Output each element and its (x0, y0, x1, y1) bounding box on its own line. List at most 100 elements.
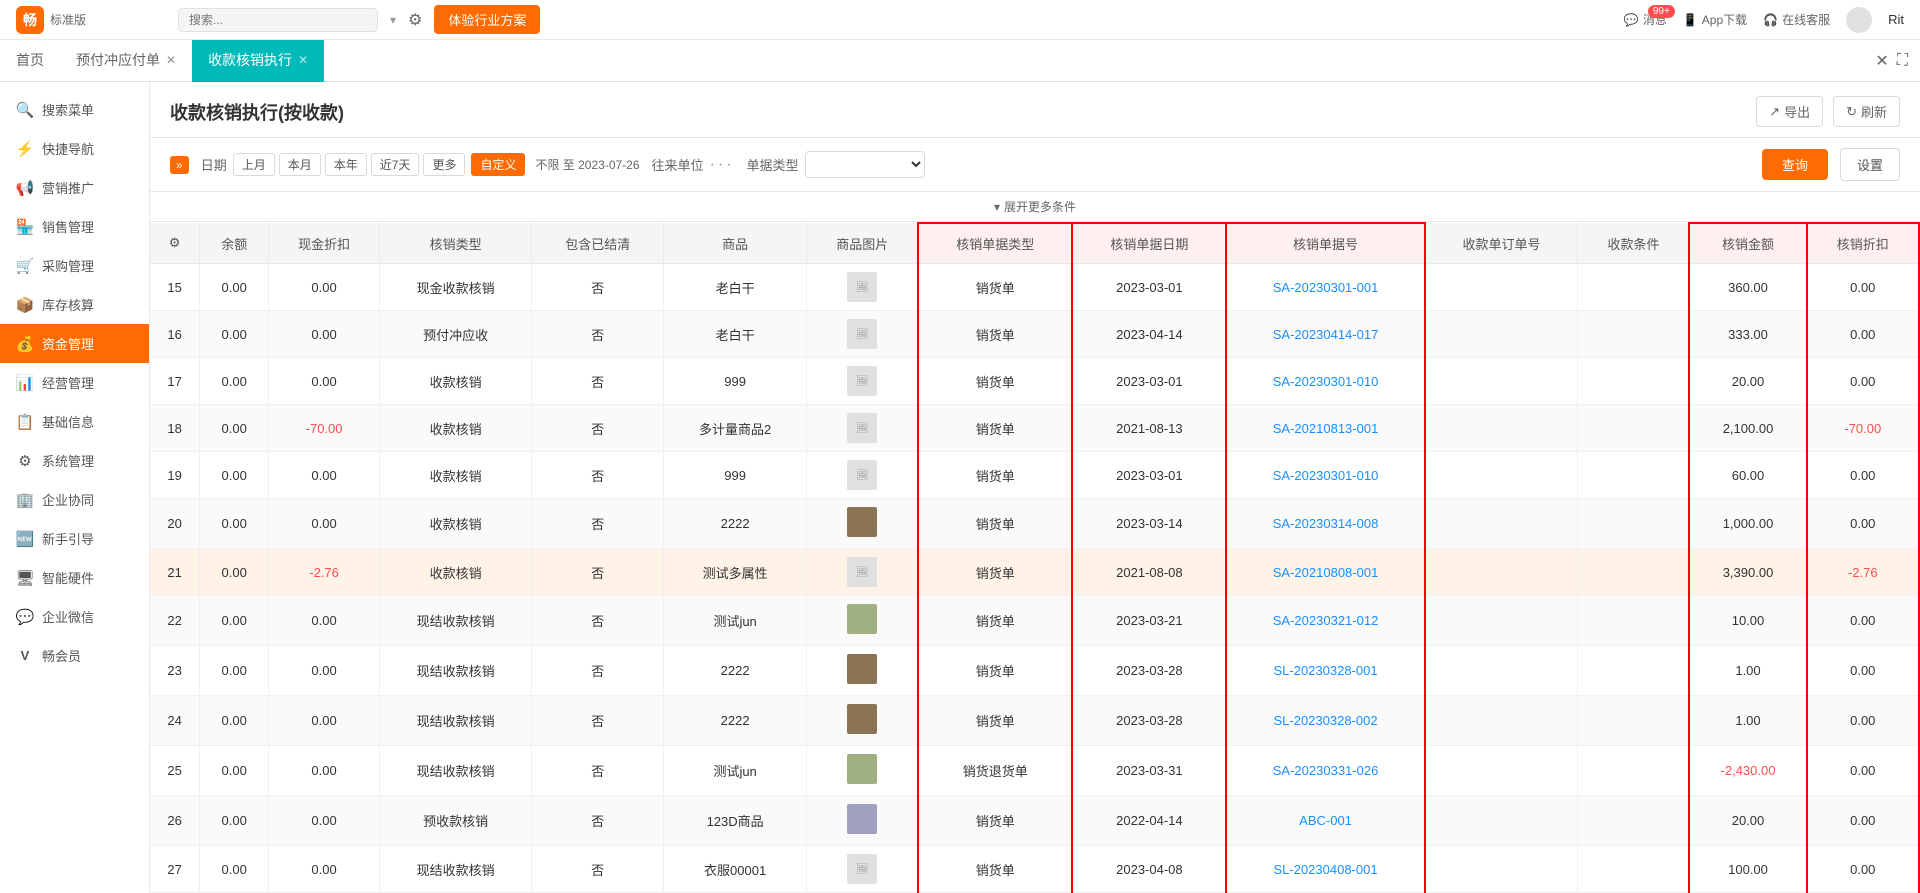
row-verify-bill-no[interactable]: ABC-001 (1226, 796, 1424, 846)
date-label: 日期 (201, 155, 227, 174)
row-verify-bill-no[interactable]: SL-20230408-001 (1226, 846, 1424, 893)
date-filter-group: 日期 上月 本月 本年 近7天 更多 自定义 不限 至 2023-07-26 (201, 153, 640, 176)
row-include-settled: 否 (532, 746, 664, 796)
sidebar-item-purchase[interactable]: 🛒 采购管理 (0, 246, 149, 285)
row-verify-bill-no[interactable]: SA-20230301-001 (1226, 264, 1424, 311)
main-area: 🔍 搜索菜单 ⚡ 快捷导航 📢 营销推广 🏪 销售管理 🛒 采购管理 📦 库存核… (0, 82, 1920, 893)
bill-type-select[interactable] (805, 151, 925, 178)
col-header-settings[interactable]: ⚙ (150, 223, 200, 264)
sidebar-item-operations[interactable]: 📊 经营管理 (0, 363, 149, 402)
row-receipt-condition (1578, 646, 1690, 696)
date-custom-button[interactable]: 自定义 (471, 153, 525, 176)
smart-hw-icon: 🖥 (16, 569, 34, 587)
sidebar-item-smart-hw[interactable]: 🖥 智能硬件 (0, 558, 149, 597)
refresh-button[interactable]: ↻ 刷新 (1833, 96, 1900, 127)
row-verify-discount: 0.00 (1807, 646, 1919, 696)
row-number: 27 (150, 846, 200, 893)
expand-filter-button[interactable]: » (170, 156, 189, 174)
row-goods: 2222 (664, 696, 807, 746)
date-this-month[interactable]: 本月 (279, 153, 321, 176)
row-receipt-condition (1578, 358, 1690, 405)
sidebar-item-guide[interactable]: 🆕 新手引导 (0, 519, 149, 558)
tab-home[interactable]: 首页 (0, 40, 60, 82)
wechat-icon: 💬 (16, 608, 34, 626)
row-goods-img: 🖼 (807, 405, 919, 452)
row-goods-img: 🖼 (807, 358, 919, 405)
row-verify-bill-no[interactable]: SA-20210808-001 (1226, 549, 1424, 596)
sidebar-item-basic-info[interactable]: 📋 基础信息 (0, 402, 149, 441)
row-goods-img: 🖼 (807, 549, 919, 596)
row-goods-img (807, 596, 919, 646)
row-verify-bill-no[interactable]: SA-20230301-010 (1226, 452, 1424, 499)
user-avatar[interactable] (1846, 7, 1872, 33)
row-goods: 999 (664, 358, 807, 405)
search-input[interactable] (178, 8, 378, 32)
settings-gear-icon[interactable]: ⚙ (408, 10, 422, 30)
row-verify-bill-no[interactable]: SA-20230301-010 (1226, 358, 1424, 405)
export-button[interactable]: ↗ 导出 (1756, 96, 1823, 127)
unit-ellipsis[interactable]: ··· (710, 156, 735, 174)
sales-icon: 🏪 (16, 218, 34, 236)
row-verify-bill-no[interactable]: SA-20230314-008 (1226, 499, 1424, 549)
date-last-month[interactable]: 上月 (233, 153, 275, 176)
row-balance: 0.00 (200, 696, 269, 746)
online-support[interactable]: 🎧 在线客服 (1763, 11, 1830, 28)
row-include-settled: 否 (532, 452, 664, 499)
date-this-year[interactable]: 本年 (325, 153, 367, 176)
tab-collection[interactable]: 收款核销执行 ✕ (192, 40, 324, 82)
row-verify-amount: 1.00 (1689, 696, 1806, 746)
row-include-settled: 否 (532, 696, 664, 746)
row-receipt-order-no (1425, 596, 1578, 646)
row-number: 21 (150, 549, 200, 596)
row-balance: 0.00 (200, 499, 269, 549)
table-row: 250.000.00现结收款核销否测试jun销货退货单2023-03-31SA-… (150, 746, 1919, 796)
table-area[interactable]: ⚙ 余额 现金折扣 核销类型 包含已结清 商品 商品图片 核销单据类型 核销单据… (150, 222, 1920, 893)
sidebar-item-member[interactable]: V 畅会员 (0, 636, 149, 675)
close-icon-active[interactable]: ✕ (298, 53, 308, 67)
row-cash-discount: -2.76 (269, 549, 380, 596)
sidebar-item-sales[interactable]: 🏪 销售管理 (0, 207, 149, 246)
sidebar-item-inventory[interactable]: 📦 库存核算 (0, 285, 149, 324)
app-download[interactable]: 📱 App下载 (1683, 11, 1747, 28)
sidebar-item-finance[interactable]: 💰 资金管理 (0, 324, 149, 363)
row-verify-discount: 0.00 (1807, 499, 1919, 549)
page-title: 收款核销执行(按收款) (170, 99, 344, 125)
message-notification[interactable]: 💬 消息 99+ (1624, 11, 1667, 28)
row-verify-bill-no[interactable]: SL-20230328-001 (1226, 646, 1424, 696)
row-number: 17 (150, 358, 200, 405)
row-verify-bill-type: 销货单 (918, 358, 1072, 405)
sidebar-item-marketing[interactable]: 📢 营销推广 (0, 168, 149, 207)
expand-more-button[interactable]: ▾ 展开更多条件 (994, 198, 1076, 215)
sidebar-item-enterprise[interactable]: 🏢 企业协同 (0, 480, 149, 519)
row-verify-bill-no[interactable]: SA-20230331-026 (1226, 746, 1424, 796)
row-receipt-condition (1578, 452, 1690, 499)
date-more[interactable]: 更多 (423, 153, 465, 176)
trial-button[interactable]: 体验行业方案 (434, 5, 540, 34)
date-7days[interactable]: 近7天 (371, 153, 420, 176)
row-verify-bill-no[interactable]: SA-20210813-001 (1226, 405, 1424, 452)
row-goods: 999 (664, 452, 807, 499)
query-button[interactable]: 查询 (1762, 149, 1828, 180)
row-receipt-condition (1578, 596, 1690, 646)
row-goods: 2222 (664, 499, 807, 549)
sidebar-label-guide: 新手引导 (42, 529, 94, 548)
row-verify-bill-no[interactable]: SA-20230414-017 (1226, 311, 1424, 358)
row-balance: 0.00 (200, 846, 269, 893)
row-verify-type: 现结收款核销 (379, 746, 531, 796)
column-settings-button[interactable]: 设置 (1840, 148, 1900, 181)
close-icon[interactable]: ✕ (166, 53, 176, 67)
col-header-verify-amount: 核销金额 (1689, 223, 1806, 264)
maximize-window-button[interactable]: ⛶ (1897, 52, 1908, 70)
row-verify-bill-no[interactable]: SA-20230321-012 (1226, 596, 1424, 646)
sidebar-item-search[interactable]: 🔍 搜索菜单 (0, 90, 149, 129)
row-receipt-condition (1578, 405, 1690, 452)
sidebar-item-system[interactable]: ⚙ 系统管理 (0, 441, 149, 480)
row-cash-discount: 0.00 (269, 358, 380, 405)
close-window-button[interactable]: ✕ (1875, 51, 1888, 71)
tab-prepay[interactable]: 预付冲应付单 ✕ (60, 40, 192, 82)
sidebar-label-marketing: 营销推广 (42, 178, 94, 197)
sidebar-item-wechat[interactable]: 💬 企业微信 (0, 597, 149, 636)
row-verify-bill-no[interactable]: SL-20230328-002 (1226, 696, 1424, 746)
sidebar-item-quick-nav[interactable]: ⚡ 快捷导航 (0, 129, 149, 168)
row-verify-amount: 60.00 (1689, 452, 1806, 499)
